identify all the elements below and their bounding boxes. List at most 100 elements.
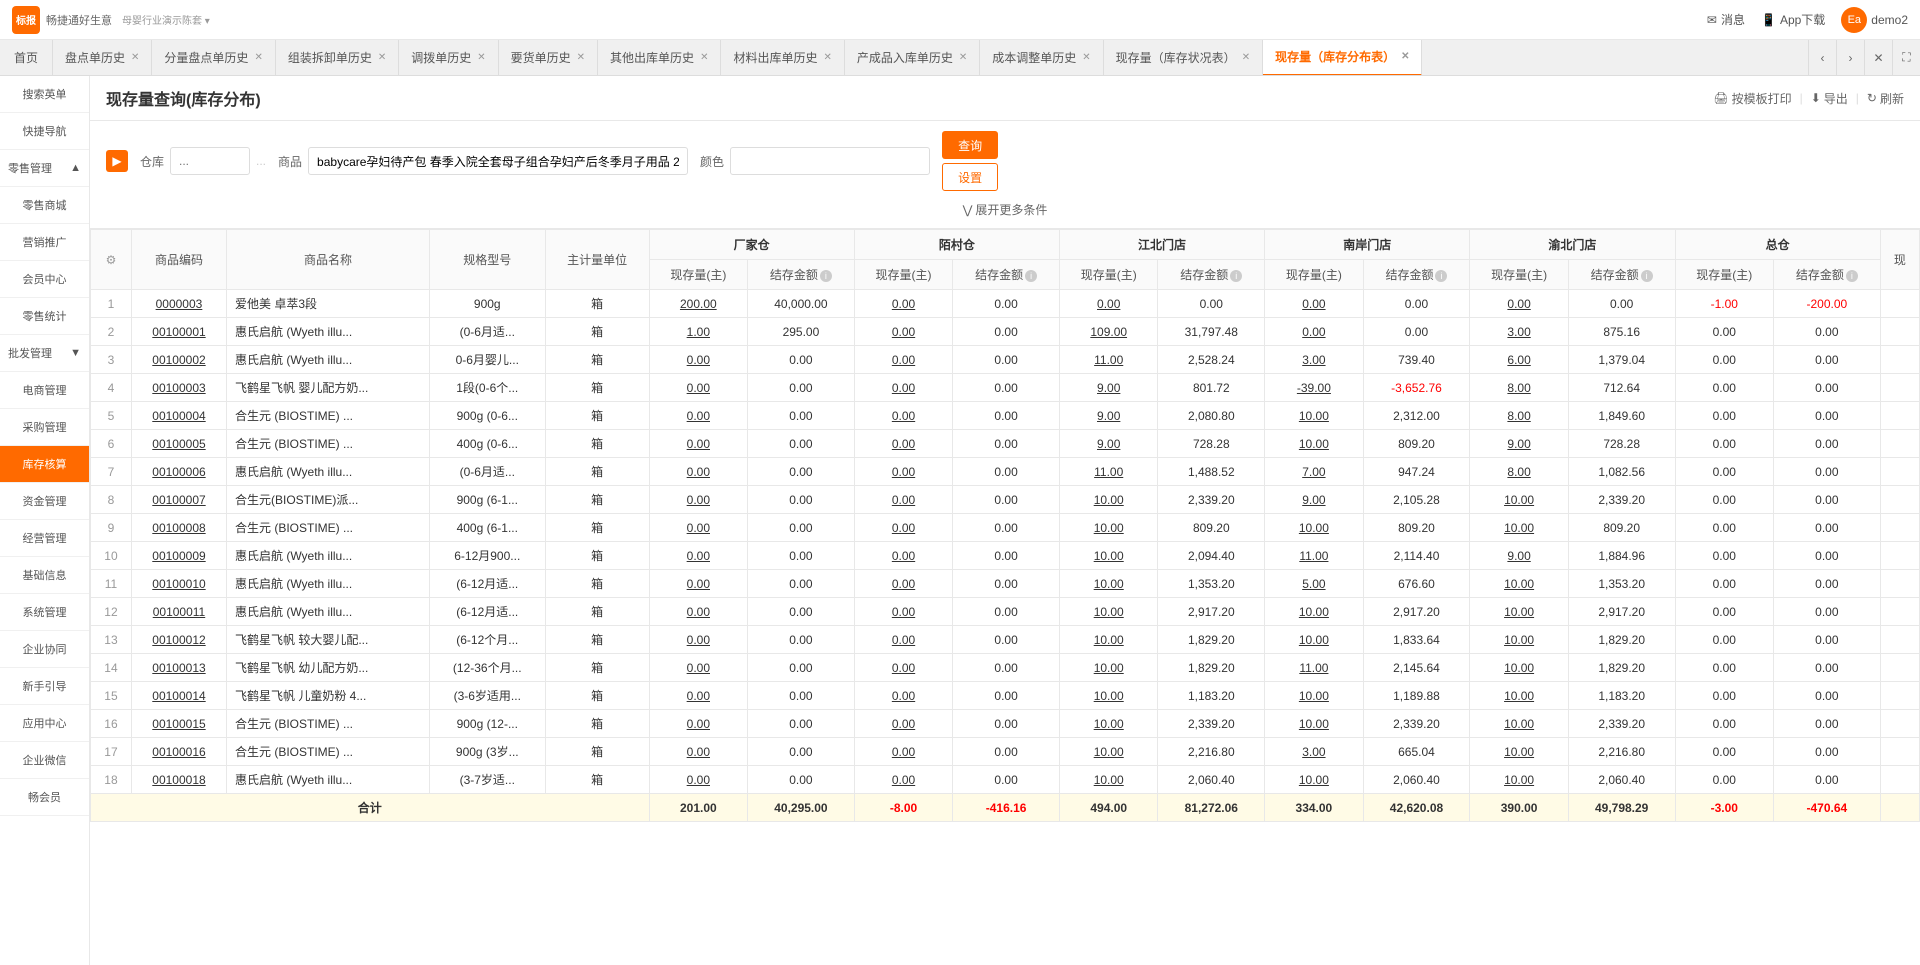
cell-value[interactable]: 0.00: [1302, 325, 1325, 339]
tab-product-in[interactable]: 产成品入库单历史 ✕: [845, 40, 980, 76]
cell-value[interactable]: 10.00: [1299, 689, 1329, 703]
cell-value[interactable]: 9.00: [1097, 381, 1120, 395]
sidebar-item-ecommerce[interactable]: 电商管理: [0, 372, 89, 409]
expand-conditions-btn[interactable]: ⋁ 展开更多条件: [963, 201, 1048, 218]
cell-value[interactable]: 10.00: [1504, 717, 1534, 731]
cell-value[interactable]: 00100008: [152, 521, 205, 535]
cell-value[interactable]: 10.00: [1299, 437, 1329, 451]
cell-value[interactable]: 0.00: [892, 577, 915, 591]
cell-value[interactable]: 10.00: [1504, 661, 1534, 675]
user-area[interactable]: Ea demo2: [1841, 7, 1908, 33]
tab-assembly[interactable]: 组装拆卸单历史 ✕: [276, 40, 399, 76]
query-btn[interactable]: 查询: [942, 131, 998, 159]
cell-value[interactable]: 0.00: [687, 605, 710, 619]
cell-value[interactable]: 109.00: [1090, 325, 1127, 339]
cell-value[interactable]: 0.00: [892, 325, 915, 339]
tab-other-out[interactable]: 其他出库单历史 ✕: [598, 40, 721, 76]
cell-value[interactable]: 00100002: [152, 353, 205, 367]
cell-value[interactable]: 5.00: [1302, 577, 1325, 591]
cell-value[interactable]: 0.00: [687, 409, 710, 423]
cell-value[interactable]: 10.00: [1094, 745, 1124, 759]
color-input[interactable]: [730, 147, 930, 175]
cell-value[interactable]: 10.00: [1094, 689, 1124, 703]
close-icon[interactable]: ✕: [131, 52, 139, 63]
cell-value[interactable]: 10.00: [1504, 521, 1534, 535]
cell-value[interactable]: 0.00: [892, 773, 915, 787]
cell-value[interactable]: 0000003: [156, 297, 203, 311]
goods-input[interactable]: [308, 147, 688, 175]
sidebar-item-purchase[interactable]: 采购管理: [0, 409, 89, 446]
close-icon[interactable]: ✕: [254, 52, 262, 63]
tab-close-all-btn[interactable]: ✕: [1864, 40, 1892, 76]
cell-value[interactable]: 10.00: [1094, 549, 1124, 563]
cell-value[interactable]: 0.00: [892, 297, 915, 311]
tab-stock-status[interactable]: 现存量（库存状况表） ✕: [1104, 40, 1263, 76]
cell-value[interactable]: 3.00: [1302, 745, 1325, 759]
warehouse-input[interactable]: [170, 147, 250, 175]
cell-value[interactable]: 9.00: [1302, 493, 1325, 507]
sidebar-item-appstore[interactable]: 应用中心: [0, 705, 89, 742]
sidebar-item-guide[interactable]: 新手引导: [0, 668, 89, 705]
cell-value[interactable]: 10.00: [1094, 717, 1124, 731]
na-amt-info-icon[interactable]: i: [1435, 270, 1447, 282]
cell-value[interactable]: 10.00: [1504, 773, 1534, 787]
cell-value[interactable]: 00100007: [152, 493, 205, 507]
cell-value[interactable]: 10.00: [1299, 521, 1329, 535]
cell-value[interactable]: 0.00: [892, 493, 915, 507]
cell-value[interactable]: 10.00: [1504, 633, 1534, 647]
cell-value[interactable]: 00100018: [152, 773, 205, 787]
cell-value[interactable]: 00100009: [152, 549, 205, 563]
tab-expand-btn[interactable]: ⛶: [1892, 40, 1920, 76]
cell-value[interactable]: 0.00: [1097, 297, 1120, 311]
cell-value[interactable]: 10.00: [1094, 521, 1124, 535]
cell-value[interactable]: 0.00: [1507, 297, 1530, 311]
cell-value[interactable]: 10.00: [1504, 577, 1534, 591]
tab-sub-inventory[interactable]: 分量盘点单历史 ✕: [152, 40, 275, 76]
cell-value[interactable]: 9.00: [1097, 409, 1120, 423]
cell-value[interactable]: 3.00: [1507, 325, 1530, 339]
settings-btn[interactable]: 设置: [942, 163, 998, 191]
cell-value[interactable]: 0.00: [892, 353, 915, 367]
cell-value[interactable]: 9.00: [1097, 437, 1120, 451]
cell-value[interactable]: 00100011: [153, 605, 206, 619]
cell-value[interactable]: 0.00: [687, 493, 710, 507]
cell-value[interactable]: 0.00: [687, 353, 710, 367]
cell-value[interactable]: 10.00: [1094, 773, 1124, 787]
cell-value[interactable]: 00100004: [152, 409, 205, 423]
cell-value[interactable]: 0.00: [892, 745, 915, 759]
cell-value[interactable]: 00100015: [152, 717, 205, 731]
cell-value[interactable]: 9.00: [1507, 549, 1530, 563]
close-icon[interactable]: ✕: [577, 52, 585, 63]
cell-value[interactable]: 00100001: [152, 325, 205, 339]
cell-value[interactable]: -39.00: [1297, 381, 1331, 395]
cell-value[interactable]: 10.00: [1094, 605, 1124, 619]
cell-value[interactable]: 11.00: [1299, 549, 1328, 563]
sidebar-item-search[interactable]: 搜索英单: [0, 76, 89, 113]
close-icon[interactable]: ✕: [700, 52, 708, 63]
cell-value[interactable]: 10.00: [1094, 661, 1124, 675]
sidebar-item-retail-stats[interactable]: 零售统计: [0, 298, 89, 335]
sidebar-item-marketing[interactable]: 营销推广: [0, 224, 89, 261]
cell-value[interactable]: 11.00: [1299, 661, 1328, 675]
sidebar-item-retail[interactable]: 零售管理 ▲: [0, 150, 89, 187]
tab-cost-adjust[interactable]: 成本调整单历史 ✕: [980, 40, 1103, 76]
cell-value[interactable]: 10.00: [1299, 605, 1329, 619]
sidebar-item-corpwechat[interactable]: 企业微信: [0, 742, 89, 779]
cell-value[interactable]: 0.00: [1302, 297, 1325, 311]
cell-value[interactable]: 0.00: [892, 437, 915, 451]
cell-value[interactable]: 8.00: [1507, 381, 1530, 395]
cell-value[interactable]: 10.00: [1504, 605, 1534, 619]
cell-value[interactable]: 0.00: [687, 549, 710, 563]
cell-value[interactable]: 00100010: [152, 577, 205, 591]
cell-value[interactable]: 10.00: [1299, 409, 1329, 423]
export-btn[interactable]: ⬇ 导出: [1811, 90, 1848, 107]
cell-value[interactable]: 0.00: [892, 689, 915, 703]
cell-value[interactable]: 0.00: [687, 689, 710, 703]
cell-value[interactable]: 00100005: [152, 437, 205, 451]
cell-value[interactable]: 0.00: [892, 605, 915, 619]
jb-amt-info-icon[interactable]: i: [1230, 270, 1242, 282]
cell-value[interactable]: 10.00: [1504, 493, 1534, 507]
cell-value[interactable]: 0.00: [687, 577, 710, 591]
cell-value[interactable]: 10.00: [1094, 577, 1124, 591]
tab-inventory[interactable]: 盘点单历史 ✕: [53, 40, 152, 76]
